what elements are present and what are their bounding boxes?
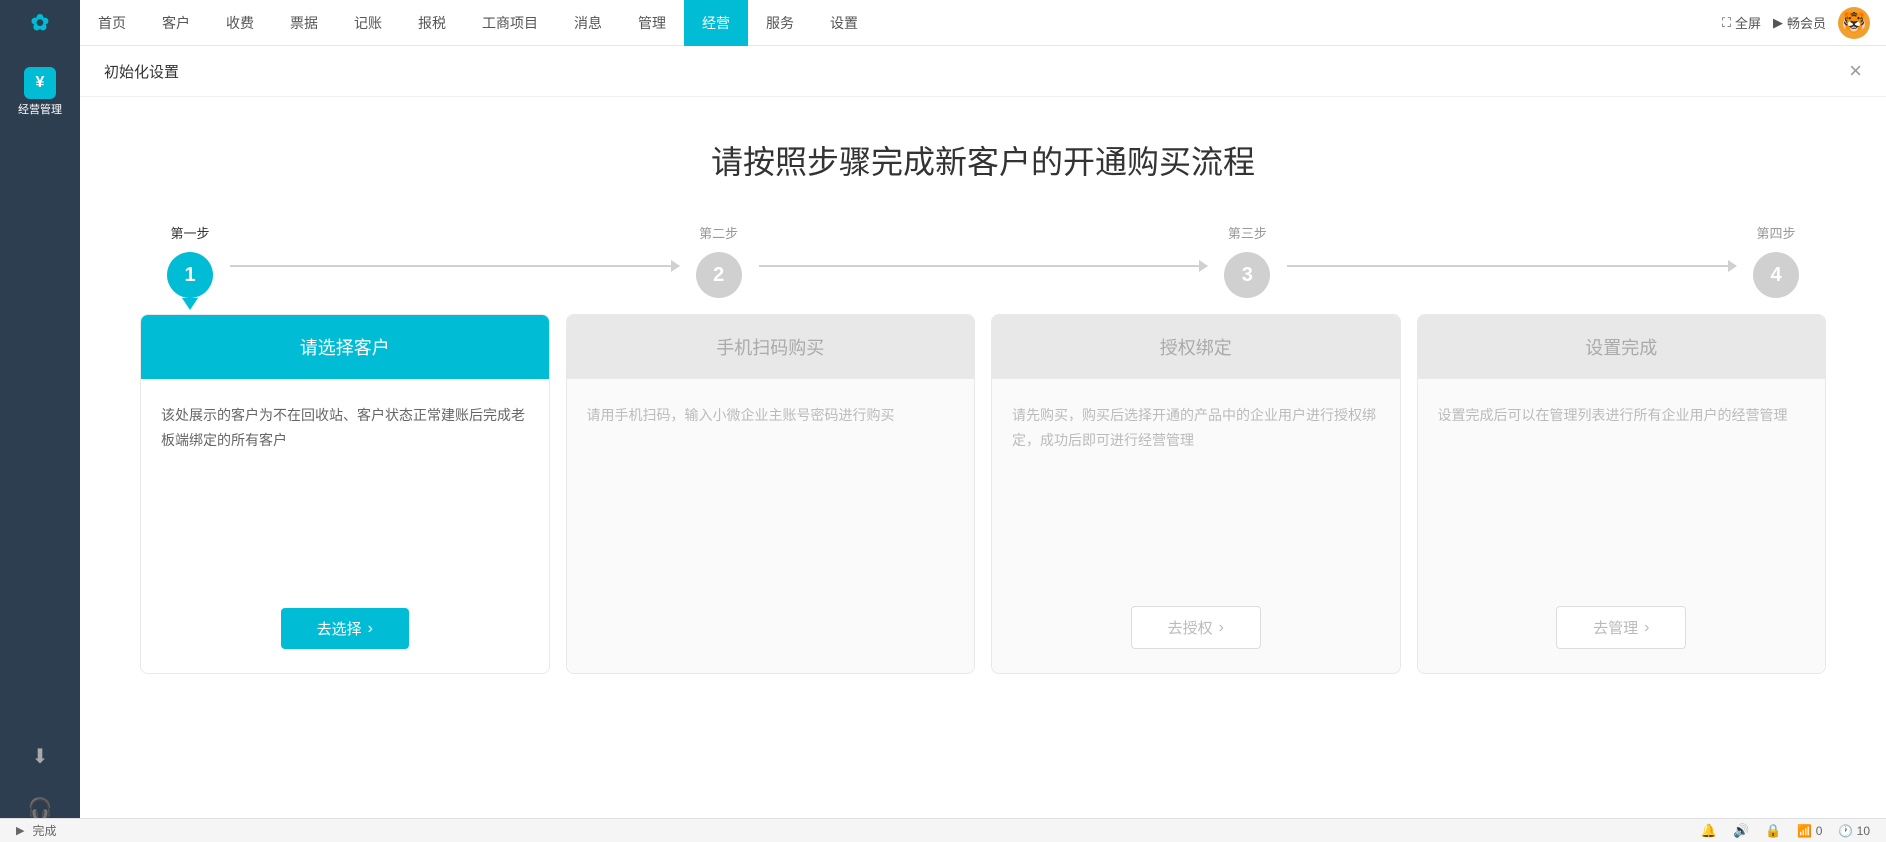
connector-3-4 [1287, 265, 1736, 267]
step-2-circle: 2 [696, 252, 742, 298]
member-button[interactable]: ▶ 畅会员 [1773, 13, 1826, 32]
step-3-circle: 3 [1224, 252, 1270, 298]
step-3-card: 授权绑定 请先购买，购买后选择开通的产品中的企业用户进行授权绑定，成功后即可进行… [991, 314, 1401, 674]
nav-tax[interactable]: 报税 [400, 0, 464, 46]
step-1-card-body: 该处展示的客户为不在回收站、客户状态正常建账后完成老板端绑定的所有客户 [141, 379, 549, 592]
close-button[interactable]: × [1849, 60, 1862, 82]
step-2-card-header: 手机扫码购买 [567, 315, 975, 379]
play-icon: ▶ [1773, 15, 1783, 31]
nav-items: 首页 客户 收费 票据 记账 报税 工商项目 消息 管理 经营 服务 设置 [80, 0, 1722, 46]
arrow-right-icon-4: › [1644, 619, 1649, 637]
nav-operation[interactable]: 经营 [684, 0, 748, 46]
sidebar-item-operation[interactable]: ¥ 经营管理 [0, 56, 80, 128]
status-bar: ▶ 完成 🔔 🔊 🔒 📶 0 🕐 10 [0, 818, 1886, 842]
step-4-card-header: 设置完成 [1418, 315, 1826, 379]
step-4-card-footer: 去管理 › [1418, 590, 1826, 673]
step-4-header: 第四步 4 [1736, 223, 1816, 298]
step-1-card-footer: 去选择 › [141, 592, 549, 673]
step-2-card: 手机扫码购买 请用手机扫码，输入小微企业主账号密码进行购买 [566, 314, 976, 674]
nav-home[interactable]: 首页 [80, 0, 144, 46]
arrow-right-icon-3: › [1219, 619, 1224, 637]
step-1-card: 请选择客户 该处展示的客户为不在回收站、客户状态正常建账后完成老板端绑定的所有客… [140, 314, 550, 674]
nav-message[interactable]: 消息 [556, 0, 620, 46]
step-1-action-button[interactable]: 去选择 › [281, 608, 409, 649]
step-3-header: 第三步 3 [1207, 223, 1287, 298]
fullscreen-icon: ⛶ [1722, 15, 1731, 31]
page-header: 初始化设置 × [80, 46, 1886, 97]
status-label: 完成 [32, 822, 56, 839]
page-title: 初始化设置 [104, 61, 179, 82]
status-right: 🔔 🔊 🔒 📶 0 🕐 10 [1701, 823, 1870, 839]
cards-row: 请选择客户 该处展示的客户为不在回收站、客户状态正常建账后完成老板端绑定的所有客… [120, 314, 1846, 674]
bell-icon: 🔔 [1701, 823, 1717, 839]
arrow-right-icon: › [368, 620, 373, 638]
signal-icon: 📶 0 [1797, 824, 1822, 838]
steps-progress: 第一步 1 第二步 2 [120, 223, 1846, 298]
fullscreen-button[interactable]: ⛶ 全屏 [1722, 13, 1761, 32]
step-1-card-header: 请选择客户 [141, 315, 549, 379]
step-4-action-button[interactable]: 去管理 › [1556, 606, 1686, 649]
step-2-card-body: 请用手机扫码，输入小微企业主账号密码进行购买 [567, 379, 975, 609]
status-left: ▶ 完成 [16, 822, 56, 839]
nav-manage[interactable]: 管理 [620, 0, 684, 46]
step-4-card: 设置完成 设置完成后可以在管理列表进行所有企业用户的经营管理 去管理 › [1417, 314, 1827, 674]
top-navigation: ✿ 首页 客户 收费 票据 记账 报税 工商项目 消息 管理 经营 服务 设置 … [0, 0, 1886, 46]
play-status-icon: ▶ [16, 824, 24, 837]
volume-icon: 🔊 [1733, 823, 1749, 839]
step-3-label: 第三步 [1228, 223, 1267, 242]
nav-fee[interactable]: 收费 [208, 0, 272, 46]
step-3-action-button[interactable]: 去授权 › [1131, 606, 1261, 649]
nav-industrial[interactable]: 工商项目 [464, 0, 556, 46]
main-heading: 请按照步骤完成新客户的开通购买流程 [120, 137, 1846, 183]
sidebar-bottom: ⬇ 🎧 [22, 738, 58, 826]
app-logo: ✿ [31, 10, 49, 36]
nav-settings[interactable]: 设置 [812, 0, 876, 46]
sidebar: ¥ 经营管理 ⬇ 🎧 [0, 46, 80, 842]
download-icon[interactable]: ⬇ [22, 738, 58, 774]
nav-bill[interactable]: 票据 [272, 0, 336, 46]
connector-1-2 [230, 265, 679, 267]
step-1-label: 第一步 [170, 223, 209, 242]
step-3-card-header: 授权绑定 [992, 315, 1400, 379]
step-4-circle: 4 [1753, 252, 1799, 298]
step-2-header: 第二步 2 [679, 223, 759, 298]
main-content: 初始化设置 × 请按照步骤完成新客户的开通购买流程 第一步 1 第二步 [80, 46, 1886, 818]
clock-icon: 🕐 10 [1838, 824, 1870, 838]
avatar[interactable]: 🐯 [1838, 7, 1870, 39]
content-area: 请按照步骤完成新客户的开通购买流程 第一步 1 第二步 2 [80, 97, 1886, 714]
step-3-card-body: 请先购买，购买后选择开通的产品中的企业用户进行授权绑定，成功后即可进行经营管理 [992, 379, 1400, 590]
step-2-label: 第二步 [699, 223, 738, 242]
step-4-label: 第四步 [1757, 223, 1796, 242]
nav-service[interactable]: 服务 [748, 0, 812, 46]
step-3-card-footer: 去授权 › [992, 590, 1400, 673]
yuan-icon: ¥ [24, 67, 56, 99]
nav-customer[interactable]: 客户 [144, 0, 208, 46]
lock-icon: 🔒 [1765, 823, 1781, 839]
top-nav-right: ⛶ 全屏 ▶ 畅会员 🐯 [1722, 7, 1886, 39]
connector-2-3 [759, 265, 1208, 267]
step-1-header: 第一步 1 [150, 223, 230, 298]
step-4-card-body: 设置完成后可以在管理列表进行所有企业用户的经营管理 [1418, 379, 1826, 590]
step-2-card-footer [567, 609, 975, 673]
nav-accounting[interactable]: 记账 [336, 0, 400, 46]
step-1-circle: 1 [167, 252, 213, 298]
